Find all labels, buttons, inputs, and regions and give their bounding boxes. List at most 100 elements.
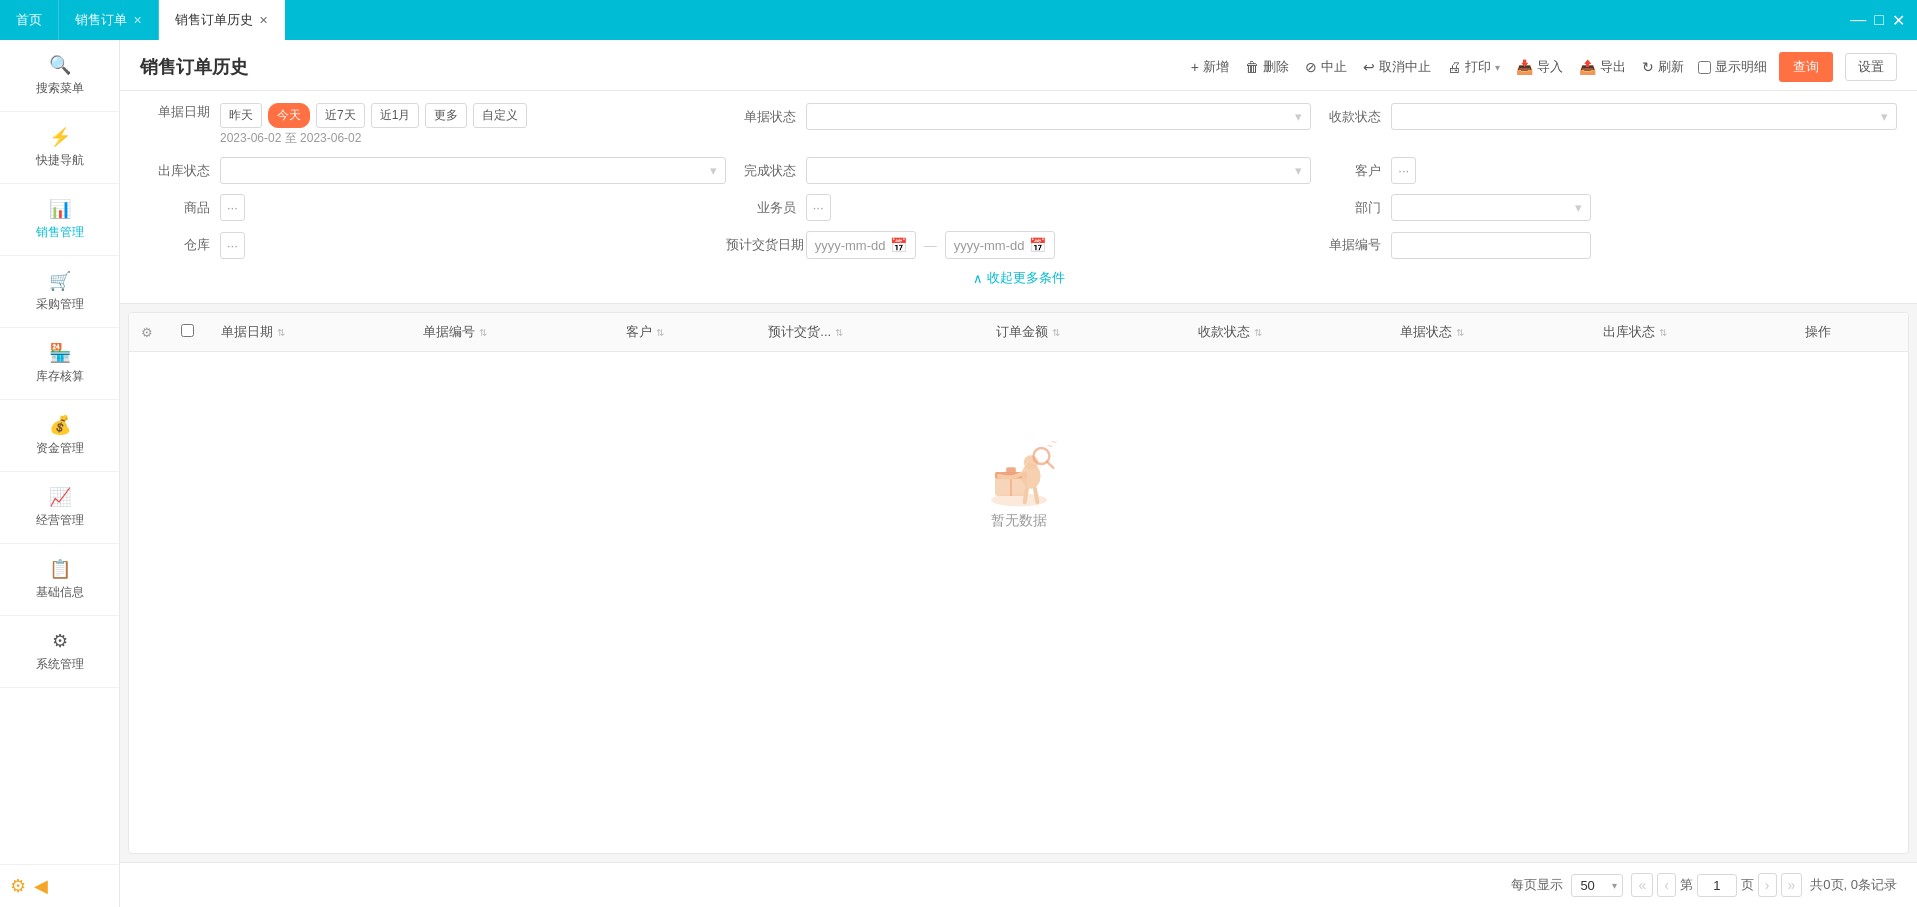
page-input[interactable] (1697, 874, 1737, 897)
department-select[interactable]: ▾ (1391, 194, 1591, 221)
first-page-button[interactable]: « (1631, 873, 1653, 897)
main-layout: 🔍 搜索菜单 ⚡ 快捷导航 📊 销售管理 🛒 采购管理 🏪 库存核算 💰 资金管… (0, 40, 1917, 907)
date-sort-icon: ⇅ (277, 327, 285, 338)
print-label: 打印 (1465, 58, 1491, 76)
delivery-date-from[interactable]: yyyy-mm-dd 📅 (806, 231, 916, 259)
sidebar-item-finance[interactable]: 💰 资金管理 (0, 400, 119, 472)
product-picker-btn[interactable]: ··· (220, 194, 245, 221)
table-header-order-status[interactable]: 单据状态 ⇅ (1388, 313, 1590, 352)
filter-product: 商品 ··· (140, 194, 726, 221)
tab-home[interactable]: 首页 (0, 0, 59, 40)
date-col-label: 单据日期 (221, 323, 273, 341)
sidebar-item-operations[interactable]: 📈 经营管理 (0, 472, 119, 544)
purchase-mgmt-icon: 🛒 (49, 270, 71, 292)
new-button[interactable]: + 新增 (1189, 54, 1231, 80)
table-header-amount[interactable]: 订单金额 ⇅ (984, 313, 1186, 352)
payment-status-select[interactable]: ▾ (1391, 103, 1897, 130)
tab-sales-order-history-label: 销售订单历史 (175, 11, 253, 29)
empty-state-icon: ~ ~ (969, 432, 1069, 512)
warehouse-picker-btn[interactable]: ··· (220, 232, 245, 259)
last-page-button[interactable]: » (1781, 873, 1803, 897)
select-all-checkbox[interactable] (181, 324, 194, 337)
tab-home-label: 首页 (16, 11, 42, 29)
sidebar-item-purchase-mgmt[interactable]: 🛒 采购管理 (0, 256, 119, 328)
refresh-button[interactable]: ↻ 刷新 (1640, 54, 1686, 80)
date-last1m-btn[interactable]: 近1月 (371, 103, 420, 128)
completion-status-select[interactable]: ▾ (806, 157, 1312, 184)
order-status-col-label: 单据状态 (1400, 323, 1452, 341)
query-button[interactable]: 查询 (1779, 52, 1833, 82)
svg-line-8 (1047, 462, 1053, 468)
sidebar-settings-icon[interactable]: ⚙ (10, 875, 26, 897)
payment-status-arrow-icon: ▾ (1881, 109, 1888, 124)
print-dropdown-icon: ▾ (1495, 62, 1500, 73)
show-detail-checkbox-label[interactable]: 显示明细 (1698, 58, 1767, 76)
filter-order-no: 单据编号 (1311, 232, 1897, 259)
order-no-input[interactable] (1391, 232, 1591, 259)
window-close-icon[interactable]: ✕ (1892, 11, 1905, 30)
sidebar-item-sys-mgmt[interactable]: ⚙ 系统管理 (0, 616, 119, 688)
inventory-icon: 🏪 (49, 342, 71, 364)
page-size-select[interactable]: 50 10 20 100 (1571, 874, 1623, 897)
order-no-sort-icon: ⇅ (479, 327, 487, 338)
table-header-outbound-status[interactable]: 出库状态 ⇅ (1591, 313, 1793, 352)
date-yesterday-btn[interactable]: 昨天 (220, 103, 262, 128)
order-status-select[interactable]: ▾ (806, 103, 1312, 130)
table-header-customer[interactable]: 客户 ⇅ (614, 313, 757, 352)
table-header-expected-delivery[interactable]: 预计交货... ⇅ (756, 313, 983, 352)
sidebar-item-quick-nav[interactable]: ⚡ 快捷导航 (0, 112, 119, 184)
quick-nav-icon: ⚡ (49, 126, 71, 148)
filter-date-group: 单据日期 昨天 今天 近7天 近1月 更多 自定义 2023-06-02 至 2… (140, 103, 726, 147)
outbound-status-label: 出库状态 (140, 162, 220, 180)
amount-sort-icon: ⇅ (1052, 327, 1060, 338)
sidebar-item-sales-mgmt[interactable]: 📊 销售管理 (0, 184, 119, 256)
finance-icon: 💰 (49, 414, 71, 436)
prev-page-button[interactable]: ‹ (1657, 873, 1676, 897)
tab-sales-order-history[interactable]: 销售订单历史 ✕ (159, 0, 285, 40)
show-detail-checkbox[interactable] (1698, 61, 1711, 74)
new-label: 新增 (1203, 58, 1229, 76)
date-options: 昨天 今天 近7天 近1月 更多 自定义 2023-06-02 至 2023-0… (220, 103, 527, 147)
sidebar-collapse-icon[interactable]: ◀ (34, 875, 48, 897)
date-last7-btn[interactable]: 近7天 (316, 103, 365, 128)
payment-status-col-label: 收款状态 (1198, 323, 1250, 341)
cancel-stop-button[interactable]: ↩ 取消中止 (1361, 54, 1433, 80)
table-area: ⚙ 单据日期 ⇅ 单据编号 (128, 312, 1909, 854)
collapse-button[interactable]: ∧ 收起更多条件 (140, 265, 1897, 291)
filter-salesperson: 业务员 ··· (726, 194, 1312, 221)
next-page-button[interactable]: › (1758, 873, 1777, 897)
table-header-order-no[interactable]: 单据编号 ⇅ (411, 313, 613, 352)
delete-button[interactable]: 🗑 删除 (1243, 54, 1291, 80)
print-button[interactable]: 🖨 打印 ▾ (1445, 54, 1502, 80)
tab-sales-order[interactable]: 销售订单 ✕ (59, 0, 159, 40)
page-nav: « ‹ 第 页 › » (1631, 873, 1802, 897)
stop-button[interactable]: ⊘ 中止 (1303, 54, 1349, 80)
table-header-date[interactable]: 单据日期 ⇅ (209, 313, 411, 352)
order-no-label: 单据编号 (1311, 236, 1391, 254)
date-more-btn[interactable]: 更多 (425, 103, 467, 128)
stop-icon: ⊘ (1305, 59, 1317, 75)
import-button[interactable]: 📥 导入 (1514, 54, 1565, 80)
outbound-status-select[interactable]: ▾ (220, 157, 726, 184)
customer-picker-btn[interactable]: ··· (1391, 157, 1416, 184)
date-custom-btn[interactable]: 自定义 (473, 103, 527, 128)
date-today-btn[interactable]: 今天 (268, 103, 310, 128)
page-header: 销售订单历史 + 新增 🗑 删除 ⊘ 中止 ↩ 取消中止 (120, 40, 1917, 91)
close-history-tab-icon[interactable]: ✕ (259, 14, 268, 27)
close-sales-order-tab-icon[interactable]: ✕ (133, 14, 142, 27)
export-button[interactable]: 📤 导出 (1577, 54, 1628, 80)
cancel-stop-icon: ↩ (1363, 59, 1375, 75)
query-label: 查询 (1793, 58, 1819, 76)
minimize-icon[interactable]: — (1850, 11, 1866, 29)
sidebar-item-inventory[interactable]: 🏪 库存核算 (0, 328, 119, 400)
salesperson-picker-btn[interactable]: ··· (806, 194, 831, 221)
empty-state: ~ ~ 暂无数据 (129, 352, 1908, 610)
delivery-date-to[interactable]: yyyy-mm-dd 📅 (945, 231, 1055, 259)
new-icon: + (1191, 59, 1199, 75)
sidebar-item-search-menu[interactable]: 🔍 搜索菜单 (0, 40, 119, 112)
settings-button[interactable]: 设置 (1845, 53, 1897, 81)
table-settings-icon[interactable]: ⚙ (141, 325, 153, 340)
table-header-payment-status[interactable]: 收款状态 ⇅ (1186, 313, 1388, 352)
sidebar-item-base-info[interactable]: 📋 基础信息 (0, 544, 119, 616)
maximize-icon[interactable]: □ (1874, 11, 1884, 29)
